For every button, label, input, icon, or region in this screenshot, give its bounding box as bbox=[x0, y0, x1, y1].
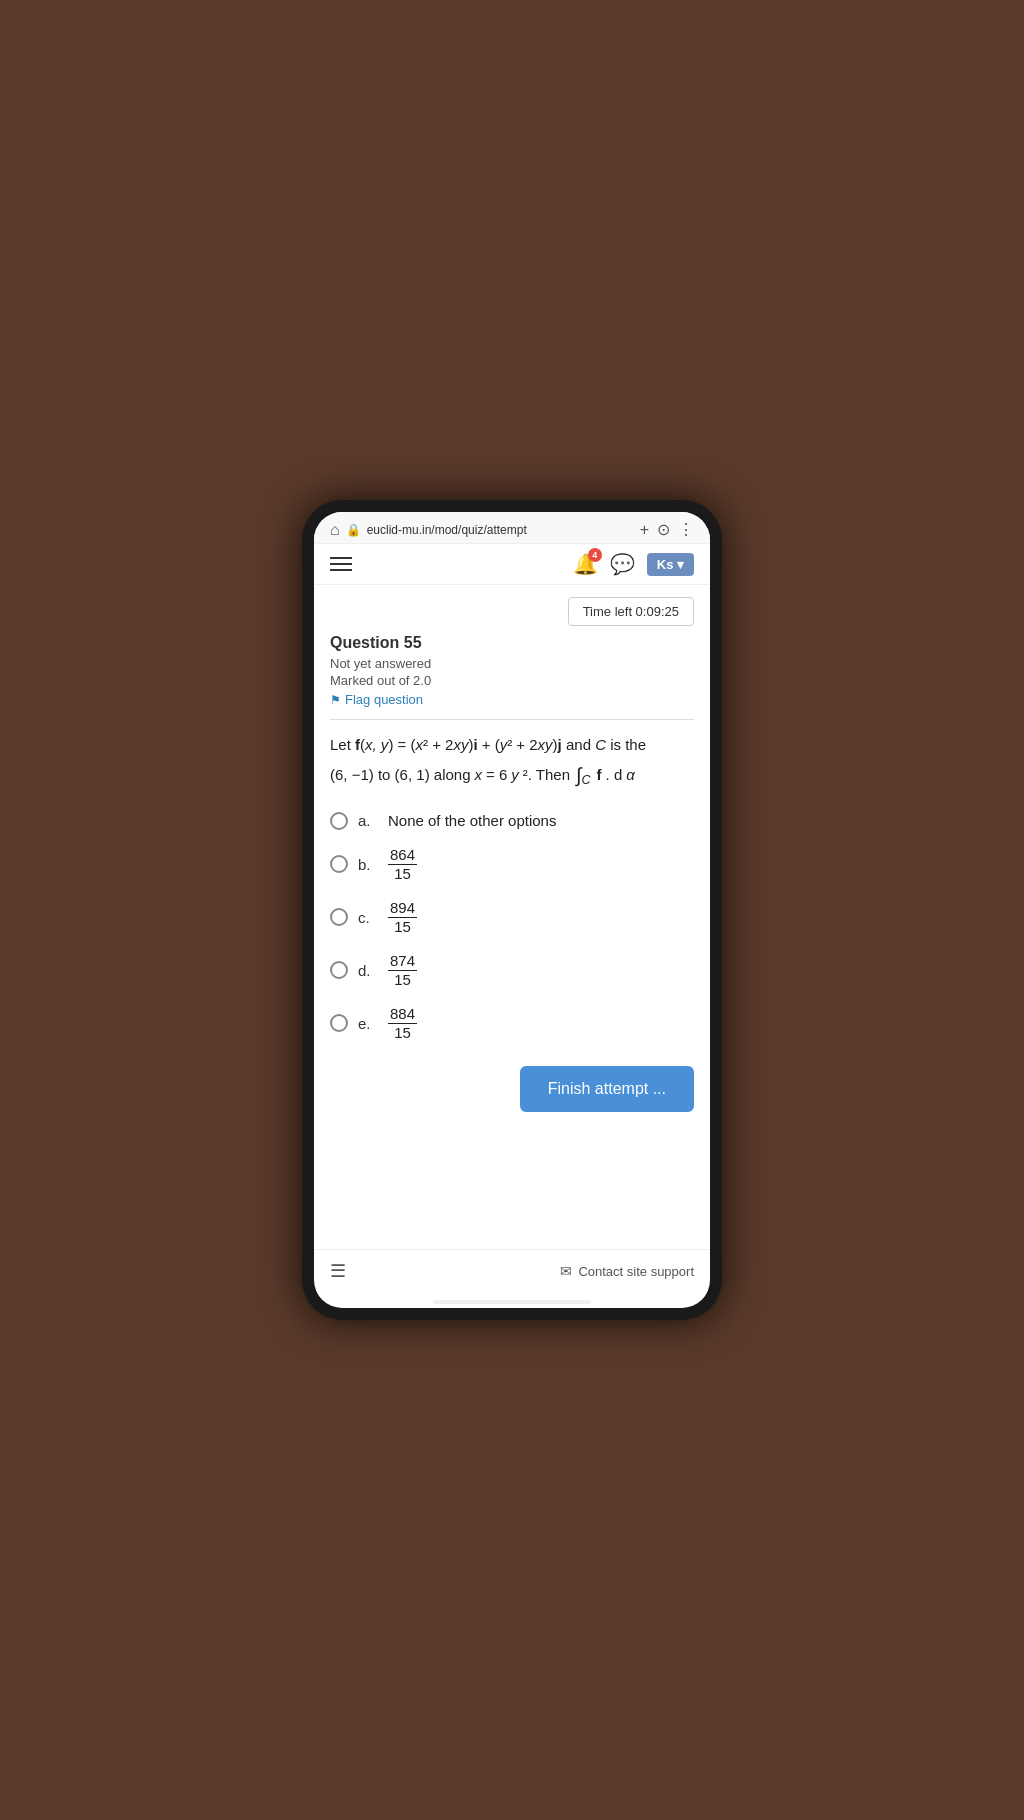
radio-c[interactable] bbox=[330, 908, 348, 926]
chat-icon[interactable]: 💬 bbox=[610, 552, 635, 576]
hamburger-line bbox=[330, 563, 352, 565]
flag-icon: ⚑ bbox=[330, 693, 341, 707]
fraction-c: 894 15 bbox=[388, 899, 417, 936]
options-list: a. None of the other options b. 864 15 bbox=[330, 812, 694, 1042]
footer: ☰ ✉ Contact site support bbox=[314, 1249, 710, 1292]
question-line2: (6, −1) to (6, 1) along x = 6y². Then ∫C… bbox=[330, 758, 694, 792]
status-bar-right: + ⊙ ⋮ bbox=[640, 520, 694, 539]
phone-screen: ⌂ 🔒 euclid-mu.in/mod/quiz/attempt + ⊙ ⋮ … bbox=[314, 512, 710, 1308]
question-status: Not yet answered bbox=[330, 656, 694, 671]
bottom-bar bbox=[433, 1300, 591, 1304]
timer-box: Time left 0:09:25 bbox=[568, 597, 694, 626]
plus-icon[interactable]: + bbox=[640, 521, 649, 539]
option-a-label: a. bbox=[358, 812, 378, 829]
hamburger-menu[interactable] bbox=[330, 557, 352, 571]
fraction-e: 884 15 bbox=[388, 1005, 417, 1042]
option-d-value: 874 15 bbox=[388, 952, 417, 989]
question-title: Question 55 bbox=[330, 634, 694, 652]
flag-question-button[interactable]: ⚑ Flag question bbox=[330, 692, 694, 707]
fraction-e-num: 884 bbox=[388, 1005, 417, 1024]
finish-attempt-button[interactable]: Finish attempt ... bbox=[520, 1066, 694, 1112]
option-d[interactable]: d. 874 15 bbox=[330, 952, 694, 989]
bell-container: 🔔 4 bbox=[573, 552, 598, 576]
fraction-b-num: 864 bbox=[388, 846, 417, 865]
question-line1: Let f(x, y) = (x² + 2xy)i + (y² + 2xy)j … bbox=[330, 732, 694, 758]
nav-right: 🔔 4 💬 Ks ▾ bbox=[573, 552, 694, 576]
integral-subscript: C bbox=[582, 770, 591, 791]
top-nav: 🔔 4 💬 Ks ▾ bbox=[314, 544, 710, 585]
fraction-e-den: 15 bbox=[392, 1024, 413, 1042]
url-text: euclid-mu.in/mod/quiz/attempt bbox=[367, 523, 527, 537]
divider bbox=[330, 719, 694, 720]
list-icon[interactable]: ☰ bbox=[330, 1260, 346, 1282]
main-content: Time left 0:09:25 Question 55 Not yet an… bbox=[314, 585, 710, 1249]
fraction-d-num: 874 bbox=[388, 952, 417, 971]
question-body: Let f(x, y) = (x² + 2xy)i + (y² + 2xy)j … bbox=[330, 732, 694, 792]
status-bar-left: ⌂ 🔒 euclid-mu.in/mod/quiz/attempt bbox=[330, 521, 527, 539]
question-title-text: Question bbox=[330, 634, 399, 651]
lock-icon: 🔒 bbox=[346, 523, 361, 537]
option-a-value: None of the other options bbox=[388, 812, 556, 829]
option-c-value: 894 15 bbox=[388, 899, 417, 936]
fraction-d-den: 15 bbox=[392, 971, 413, 989]
question-marks: Marked out of 2.0 bbox=[330, 673, 694, 688]
option-e-value: 884 15 bbox=[388, 1005, 417, 1042]
radio-e[interactable] bbox=[330, 1014, 348, 1032]
fraction-b: 864 15 bbox=[388, 846, 417, 883]
question-number-val: 5 bbox=[413, 634, 422, 651]
option-b-label: b. bbox=[358, 856, 378, 873]
radio-d[interactable] bbox=[330, 961, 348, 979]
user-initials: Ks bbox=[657, 557, 674, 572]
question-header: Question 55 Not yet answered Marked out … bbox=[330, 634, 694, 707]
fraction-d: 874 15 bbox=[388, 952, 417, 989]
notification-badge: 4 bbox=[588, 548, 602, 562]
finish-row: Finish attempt ... bbox=[330, 1066, 694, 1112]
fraction-c-den: 15 bbox=[392, 918, 413, 936]
status-bar: ⌂ 🔒 euclid-mu.in/mod/quiz/attempt + ⊙ ⋮ bbox=[314, 512, 710, 544]
option-b[interactable]: b. 864 15 bbox=[330, 846, 694, 883]
flag-label: Flag question bbox=[345, 692, 423, 707]
fraction-b-den: 15 bbox=[392, 865, 413, 883]
timer-row: Time left 0:09:25 bbox=[330, 597, 694, 626]
radio-a[interactable] bbox=[330, 812, 348, 830]
home-icon[interactable]: ⌂ bbox=[330, 521, 340, 539]
contact-support-link[interactable]: ✉ Contact site support bbox=[560, 1263, 694, 1279]
option-b-value: 864 15 bbox=[388, 846, 417, 883]
hamburger-line bbox=[330, 569, 352, 571]
phone-outer: ⌂ 🔒 euclid-mu.in/mod/quiz/attempt + ⊙ ⋮ … bbox=[302, 500, 722, 1320]
integral-expr: f bbox=[597, 762, 602, 788]
support-label: Contact site support bbox=[578, 1264, 694, 1279]
question-number: 5 bbox=[404, 634, 413, 651]
option-e[interactable]: e. 884 15 bbox=[330, 1005, 694, 1042]
option-c-label: c. bbox=[358, 909, 378, 926]
integral-notation: ∫C bbox=[576, 758, 591, 792]
envelope-icon: ✉ bbox=[560, 1263, 572, 1279]
user-badge[interactable]: Ks ▾ bbox=[647, 553, 694, 576]
radio-b[interactable] bbox=[330, 855, 348, 873]
tab-icon[interactable]: ⊙ bbox=[657, 520, 670, 539]
option-a[interactable]: a. None of the other options bbox=[330, 812, 694, 830]
more-icon[interactable]: ⋮ bbox=[678, 520, 694, 539]
fraction-c-num: 894 bbox=[388, 899, 417, 918]
timer-label: Time left 0:09:25 bbox=[583, 604, 679, 619]
option-d-label: d. bbox=[358, 962, 378, 979]
option-c[interactable]: c. 894 15 bbox=[330, 899, 694, 936]
option-e-label: e. bbox=[358, 1015, 378, 1032]
chevron-down-icon: ▾ bbox=[677, 557, 684, 572]
hamburger-line bbox=[330, 557, 352, 559]
